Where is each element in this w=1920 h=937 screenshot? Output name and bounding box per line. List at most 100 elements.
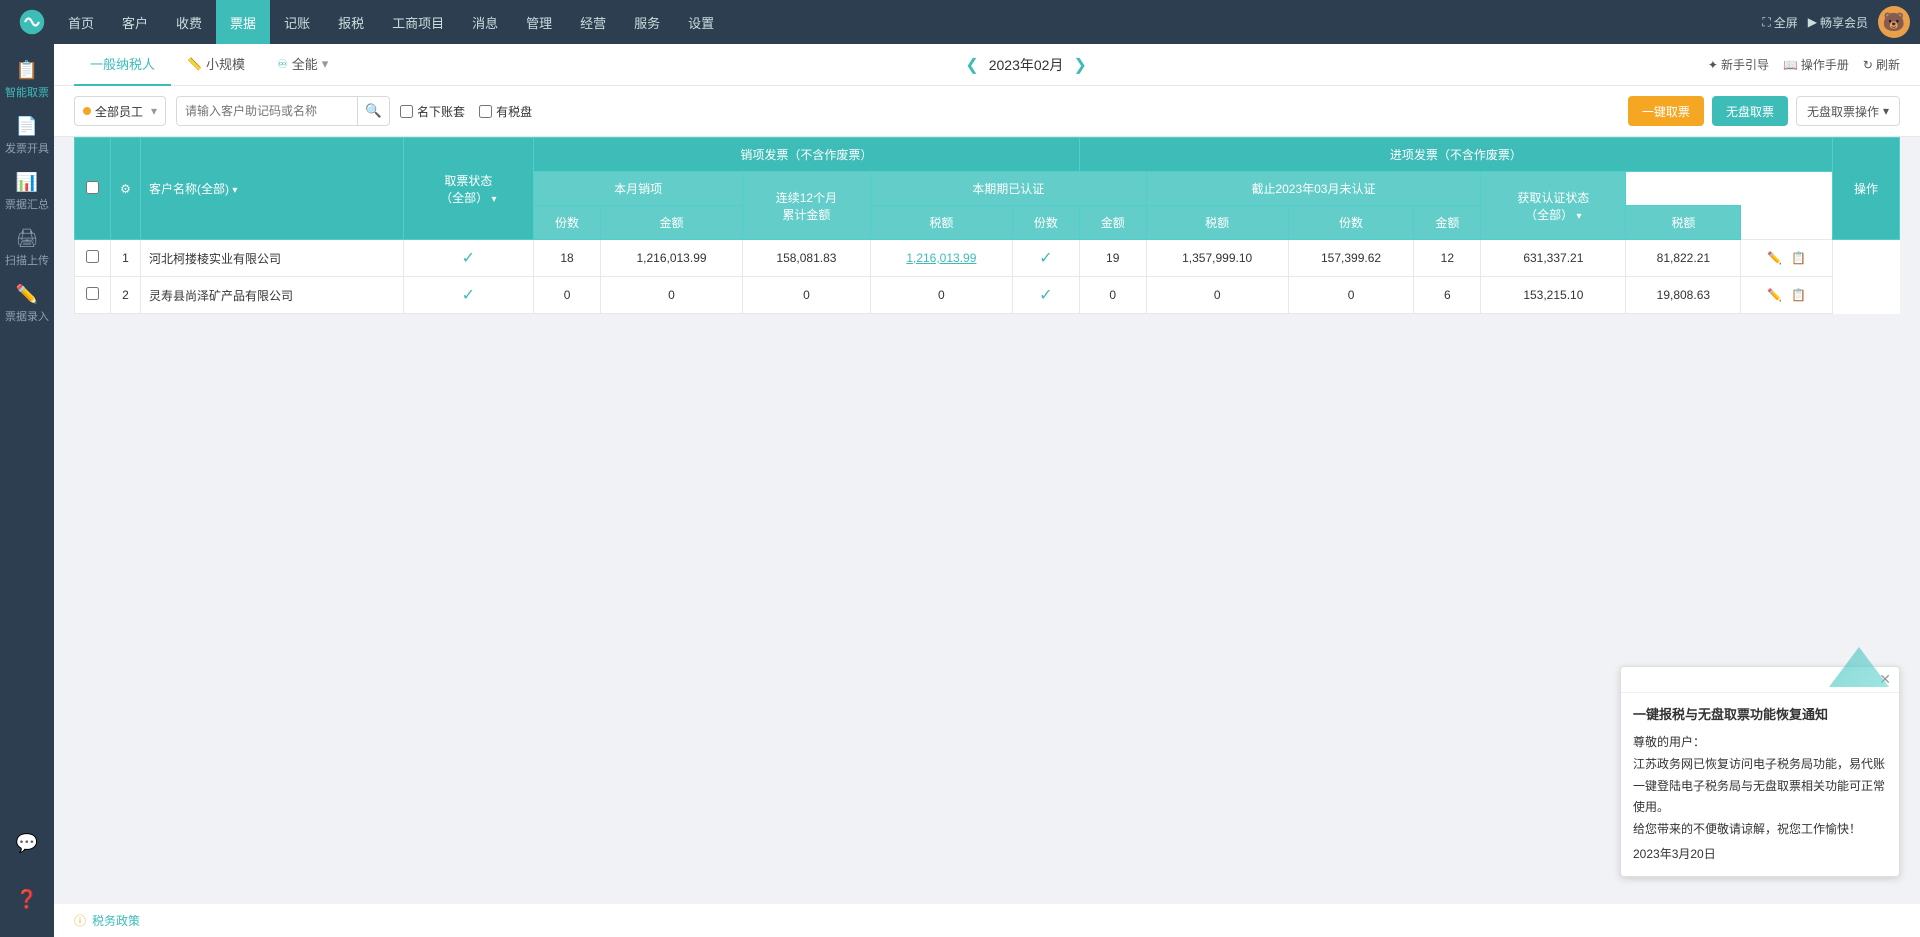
nav-fee[interactable]: 收费 [162,0,216,44]
nav-invoice[interactable]: 票据 [216,0,270,44]
sidebar-chat[interactable]: 💬 [0,815,54,871]
tax-policy-link[interactable]: 税务政策 [92,912,140,929]
guide-icon: ✦ [1708,58,1718,72]
row-sales-amount-0: 1,216,013.99 [601,240,743,277]
th-sales-amount: 金额 [601,206,743,240]
filter-taxdisk-checkbox[interactable] [479,105,492,118]
detail-icon-1[interactable]: 📋 [1791,288,1806,302]
prev-month-btn[interactable]: ❮ [965,55,978,75]
no-disk-ops-btn[interactable]: 无盘取票操作 ▾ [1796,96,1900,126]
tab-all[interactable]: ♾ 全能 ▾ [261,44,344,86]
sidebar-item-scan[interactable]: 🖨 扫描上传 [0,220,54,276]
chat-icon: 💬 [16,833,38,854]
row-sales-count-0: 18 [534,240,601,277]
nav-manage[interactable]: 管理 [512,0,566,44]
cumulative-link-0[interactable]: 1,216,013.99 [906,251,976,265]
row-cert-amount-0: 1,357,999.10 [1146,240,1288,277]
tab-small-scale[interactable]: 📏 小规模 [171,44,261,86]
avatar[interactable]: 🐻 [1878,6,1910,38]
th-sales-tax: 税额 [870,206,1012,240]
summary-icon: 📊 [16,172,38,193]
nav-service[interactable]: 服务 [620,0,674,44]
toolbar-right: 一键取票 无盘取票 无盘取票操作 ▾ [1628,96,1900,126]
row-sales-amount-1: 0 [601,277,743,314]
next-month-btn[interactable]: ❯ [1073,55,1086,75]
detail-icon-0[interactable]: 📋 [1791,251,1806,265]
tab-all-dropdown-icon: ▾ [322,56,329,72]
sidebar-item-summary[interactable]: 📊 票据汇总 [0,164,54,220]
row-checkbox-0[interactable] [86,250,99,263]
row-sales-tax-1: 0 [743,277,871,314]
row-uncert-count-1: 6 [1414,277,1481,314]
filter-account-label[interactable]: 名下账套 [400,103,465,120]
nav-message[interactable]: 消息 [458,0,512,44]
tab-bar: 一般纳税人 📏 小规模 ♾ 全能 ▾ ❮ 2023年02月 ❯ ✦ 新手引导 📖… [54,44,1920,86]
tab-general-taxpayer[interactable]: 一般纳税人 [74,44,171,86]
staff-select[interactable]: 全部员工 ▾ [74,96,166,126]
sidebar-help[interactable]: ❓ [0,871,54,927]
th-uncertified-deadline: 截止2023年03月未认证 [1146,172,1481,206]
nav-home[interactable]: 首页 [54,0,108,44]
manual-btn[interactable]: 📖 操作手册 [1783,56,1849,73]
manual-icon: 📖 [1783,58,1798,72]
th-sales-count: 份数 [534,206,601,240]
row-cert-tax-0: 157,399.62 [1288,240,1414,277]
cert-status-icon-0: ✓ [1039,250,1052,267]
sidebar-item-smart-ticket[interactable]: 📋 智能取票 [0,52,54,108]
help-icon: ❓ [16,889,38,910]
row-checkbox-1[interactable] [86,287,99,300]
nav-customer[interactable]: 客户 [108,0,162,44]
no-disk-ticket-btn[interactable]: 无盘取票 [1712,96,1788,126]
notification-title: 一键报税与无盘取票功能恢复通知 [1633,703,1887,726]
one-click-ticket-btn[interactable]: 一键取票 [1628,96,1704,126]
notification-popup: ✕ 一键报税与无盘取票功能恢复通知 尊敬的用户： 江苏政务网已恢复访问电子税务局… [1620,666,1900,877]
edit-icon-1[interactable]: ✏️ [1767,288,1782,302]
row-name-1: 灵寿县尚泽矿产品有限公司 [141,277,404,314]
edit-icon-0[interactable]: ✏️ [1767,251,1782,265]
nav-operation[interactable]: 经营 [566,0,620,44]
search-button[interactable]: 🔍 [357,96,389,126]
row-cumulative-0: 1,216,013.99 [870,240,1012,277]
notification-greeting: 尊敬的用户： [1633,732,1887,754]
th-operation: 操作 [1833,138,1900,240]
refresh-btn[interactable]: ↻ 刷新 [1863,56,1900,73]
smart-ticket-icon: 📋 [16,60,38,81]
logo [10,0,54,44]
row-checkbox-cell [75,277,111,314]
search-input[interactable] [177,96,357,126]
toolbar: 全部员工 ▾ 🔍 名下账套 有税盘 一键取票 无盘取票 无盘取票操作 ▾ [54,86,1920,137]
row-ticket-status-0: ✓ [403,240,533,277]
sidebar-bottom: 💬 ❓ [0,815,54,927]
th-monthly-sales: 本月销项 [534,172,743,206]
data-table: ⚙ 客户名称(全部) ▾ 取票状态（全部） ▾ 销项发票（不含作废票） 进项发票… [74,137,1900,314]
tab-right-actions: ✦ 新手引导 📖 操作手册 ↻ 刷新 [1708,56,1900,73]
member-btn[interactable]: ▶ 畅享会员 [1808,14,1868,31]
th-uncert-count: 份数 [1288,206,1414,240]
sidebar-item-open-invoice[interactable]: 📄 发票开具 [0,108,54,164]
new-guide-btn[interactable]: ✦ 新手引导 [1708,56,1769,73]
member-icon: ▶ [1808,15,1817,29]
nav-accounting[interactable]: 记账 [270,0,324,44]
refresh-icon: ↻ [1863,58,1873,72]
tax-policy-bar: ⓘ 税务政策 [54,903,1920,937]
row-sales-tax-0: 158,081.83 [743,240,871,277]
row-uncert-count-0: 12 [1414,240,1481,277]
row-cert-count-1: 0 [1079,277,1146,314]
row-actions-0: ✏️ 📋 [1741,240,1833,277]
nav-business[interactable]: 工商项目 [378,0,458,44]
row-actions-1: ✏️ 📋 [1741,277,1833,314]
th-checkbox [75,138,111,240]
filter-account-checkbox[interactable] [400,105,413,118]
warning-icon: ⓘ [74,912,86,929]
entry-icon: ✏️ [16,284,38,305]
nav-tax[interactable]: 报税 [324,0,378,44]
sidebar-item-entry[interactable]: ✏️ 票据录入 [0,276,54,332]
nav-right: ⛶ 全屏 ▶ 畅享会员 🐻 [1762,6,1910,38]
filter-taxdisk-label[interactable]: 有税盘 [479,103,532,120]
nav-settings[interactable]: 设置 [674,0,728,44]
fullscreen-btn[interactable]: ⛶ 全屏 [1762,14,1797,31]
row-cert-status-1: ✓ [1012,277,1079,314]
select-all-checkbox[interactable] [86,181,99,194]
row-num-1: 2 [111,277,141,314]
th-cert-tax: 税额 [1146,206,1288,240]
